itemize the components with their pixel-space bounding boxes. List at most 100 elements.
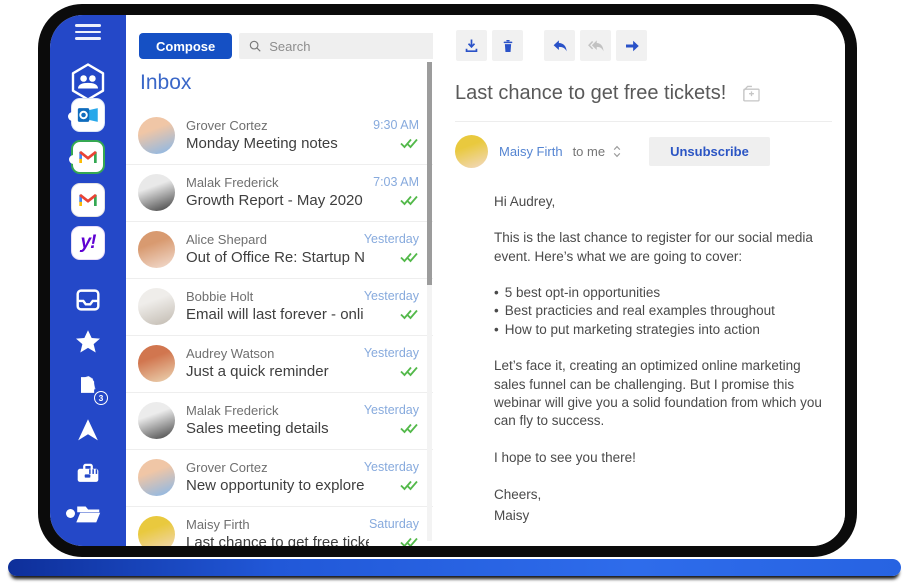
avatar bbox=[138, 459, 175, 496]
email-subject: New opportunity to explore bbox=[186, 476, 364, 496]
reply-all-icon bbox=[587, 37, 605, 55]
email-subject: Growth Report - May 2020 bbox=[186, 191, 373, 211]
email-sender: Maisy Firth bbox=[186, 516, 369, 533]
active-dot bbox=[66, 509, 75, 518]
email-sender: Bobbie Holt bbox=[186, 288, 364, 305]
email-sender: Audrey Watson bbox=[186, 345, 364, 362]
scrollbar-thumb[interactable] bbox=[427, 62, 432, 285]
avatar bbox=[138, 288, 175, 325]
copies-badge: 3 bbox=[94, 391, 108, 405]
yahoo-icon[interactable]: y! bbox=[71, 226, 105, 260]
download-icon bbox=[463, 37, 480, 54]
bullet-item: How to put marketing strategies into act… bbox=[494, 321, 832, 339]
read-receipt-icon bbox=[400, 422, 419, 434]
folder-open-icon[interactable] bbox=[70, 495, 106, 531]
avatar bbox=[138, 516, 175, 546]
unsubscribe-button[interactable]: Unsubscribe bbox=[649, 137, 770, 166]
sender-row: Maisy Firth to me Unsubscribe bbox=[455, 135, 832, 168]
outlook-icon[interactable] bbox=[71, 98, 105, 132]
email-time: Yesterday bbox=[364, 231, 419, 248]
device-frame: y! bbox=[38, 4, 857, 557]
body-bullets: 5 best opt-in opportunities Best practic… bbox=[494, 284, 832, 339]
page: y! bbox=[0, 0, 904, 584]
read-receipt-icon bbox=[400, 308, 419, 320]
reading-pane: Last chance to get free tickets! Maisy F… bbox=[433, 15, 845, 546]
body-outro: I hope to see you there! bbox=[494, 449, 832, 467]
email-sender: Malak Frederick bbox=[186, 402, 364, 419]
email-list-item[interactable]: Audrey Watson Just a quick reminder Yest… bbox=[126, 336, 433, 393]
email-sender: Grover Cortez bbox=[186, 117, 373, 134]
read-receipt-icon bbox=[400, 137, 419, 149]
copies-icon[interactable]: 3 bbox=[70, 367, 106, 403]
email-time: 7:03 AM bbox=[373, 174, 419, 191]
email-list: Grover Cortez Monday Meeting notes 9:30 … bbox=[126, 108, 433, 546]
avatar bbox=[138, 345, 175, 382]
email-subject: Sales meeting details bbox=[186, 419, 364, 439]
reply-button[interactable] bbox=[544, 30, 575, 61]
email-sender: Grover Cortez bbox=[186, 459, 364, 476]
search-input[interactable] bbox=[269, 39, 445, 54]
active-dot bbox=[69, 155, 78, 164]
email-time: 9:30 AM bbox=[373, 117, 419, 134]
read-receipt-icon bbox=[400, 194, 419, 206]
active-dot bbox=[68, 112, 77, 121]
email-subject: Out of Office Re: Startup New... bbox=[186, 248, 364, 268]
email-sender: Alice Shepard bbox=[186, 231, 364, 248]
navigate-icon[interactable] bbox=[70, 412, 106, 448]
email-list-item[interactable]: Grover Cortez New opportunity to explore… bbox=[126, 450, 433, 507]
forward-button[interactable] bbox=[616, 30, 647, 61]
message-toolbar bbox=[456, 30, 845, 61]
forward-icon bbox=[623, 37, 641, 55]
reply-icon bbox=[551, 37, 569, 55]
recipient-label: to me bbox=[573, 144, 606, 159]
email-list-item[interactable]: Malak Frederick Sales meeting details Ye… bbox=[126, 393, 433, 450]
menu-icon[interactable] bbox=[75, 24, 101, 40]
folder-plus-icon[interactable] bbox=[741, 84, 762, 103]
read-receipt-icon bbox=[400, 365, 419, 377]
download-button[interactable] bbox=[456, 30, 487, 61]
search-icon bbox=[248, 39, 262, 53]
details-expander[interactable] bbox=[612, 144, 622, 159]
avatar bbox=[138, 117, 175, 154]
gmail-icon-active[interactable] bbox=[71, 140, 105, 174]
email-list-item[interactable]: Bobbie Holt Email will last forever - on… bbox=[126, 279, 433, 336]
sidebar: y! bbox=[50, 15, 126, 546]
trash-icon bbox=[500, 38, 516, 54]
body-signature: Cheers, Maisy bbox=[494, 485, 832, 527]
sender-avatar bbox=[455, 135, 488, 168]
message-body: Hi Audrey, This is the last chance to re… bbox=[494, 193, 832, 527]
bullet-item: 5 best opt-in opportunities bbox=[494, 284, 832, 302]
email-subject: Email will last forever - online... bbox=[186, 305, 364, 325]
email-time: Saturday bbox=[369, 516, 419, 533]
avatar bbox=[138, 402, 175, 439]
sender-name[interactable]: Maisy Firth bbox=[499, 144, 563, 159]
read-receipt-icon bbox=[400, 536, 419, 546]
page-title: Inbox bbox=[140, 71, 433, 95]
read-receipt-icon bbox=[400, 251, 419, 263]
inbox-tray-icon[interactable] bbox=[70, 282, 106, 318]
email-list-item[interactable]: Alice Shepard Out of Office Re: Startup … bbox=[126, 222, 433, 279]
app-window: y! bbox=[50, 15, 845, 546]
email-list-panel: Compose Inbox bbox=[126, 15, 433, 546]
briefcase-icon[interactable] bbox=[70, 455, 106, 491]
email-list-item[interactable]: Malak Frederick Growth Report - May 2020… bbox=[126, 165, 433, 222]
email-subject: Last chance to get free tickets! bbox=[186, 533, 369, 546]
avatar bbox=[138, 174, 175, 211]
delete-button[interactable] bbox=[492, 30, 523, 61]
email-time: Yesterday bbox=[364, 345, 419, 362]
email-list-item[interactable]: Maisy Firth Last chance to get free tick… bbox=[126, 507, 433, 546]
email-subject: Monday Meeting notes bbox=[186, 134, 373, 154]
email-time: Yesterday bbox=[364, 459, 419, 476]
message-subject: Last chance to get free tickets! bbox=[455, 82, 726, 105]
chevron-updown-icon bbox=[612, 144, 622, 159]
bullet-item: Best practicies and real examples throug… bbox=[494, 302, 832, 320]
avatar bbox=[138, 231, 175, 268]
gmail-icon[interactable] bbox=[71, 183, 105, 217]
email-time: Yesterday bbox=[364, 288, 419, 305]
email-list-item[interactable]: Grover Cortez Monday Meeting notes 9:30 … bbox=[126, 108, 433, 165]
body-greeting: Hi Audrey, bbox=[494, 193, 832, 211]
reply-all-button[interactable] bbox=[580, 30, 611, 61]
body-intro: This is the last chance to register for … bbox=[494, 229, 832, 266]
compose-button[interactable]: Compose bbox=[139, 33, 232, 59]
star-icon[interactable] bbox=[70, 324, 106, 360]
